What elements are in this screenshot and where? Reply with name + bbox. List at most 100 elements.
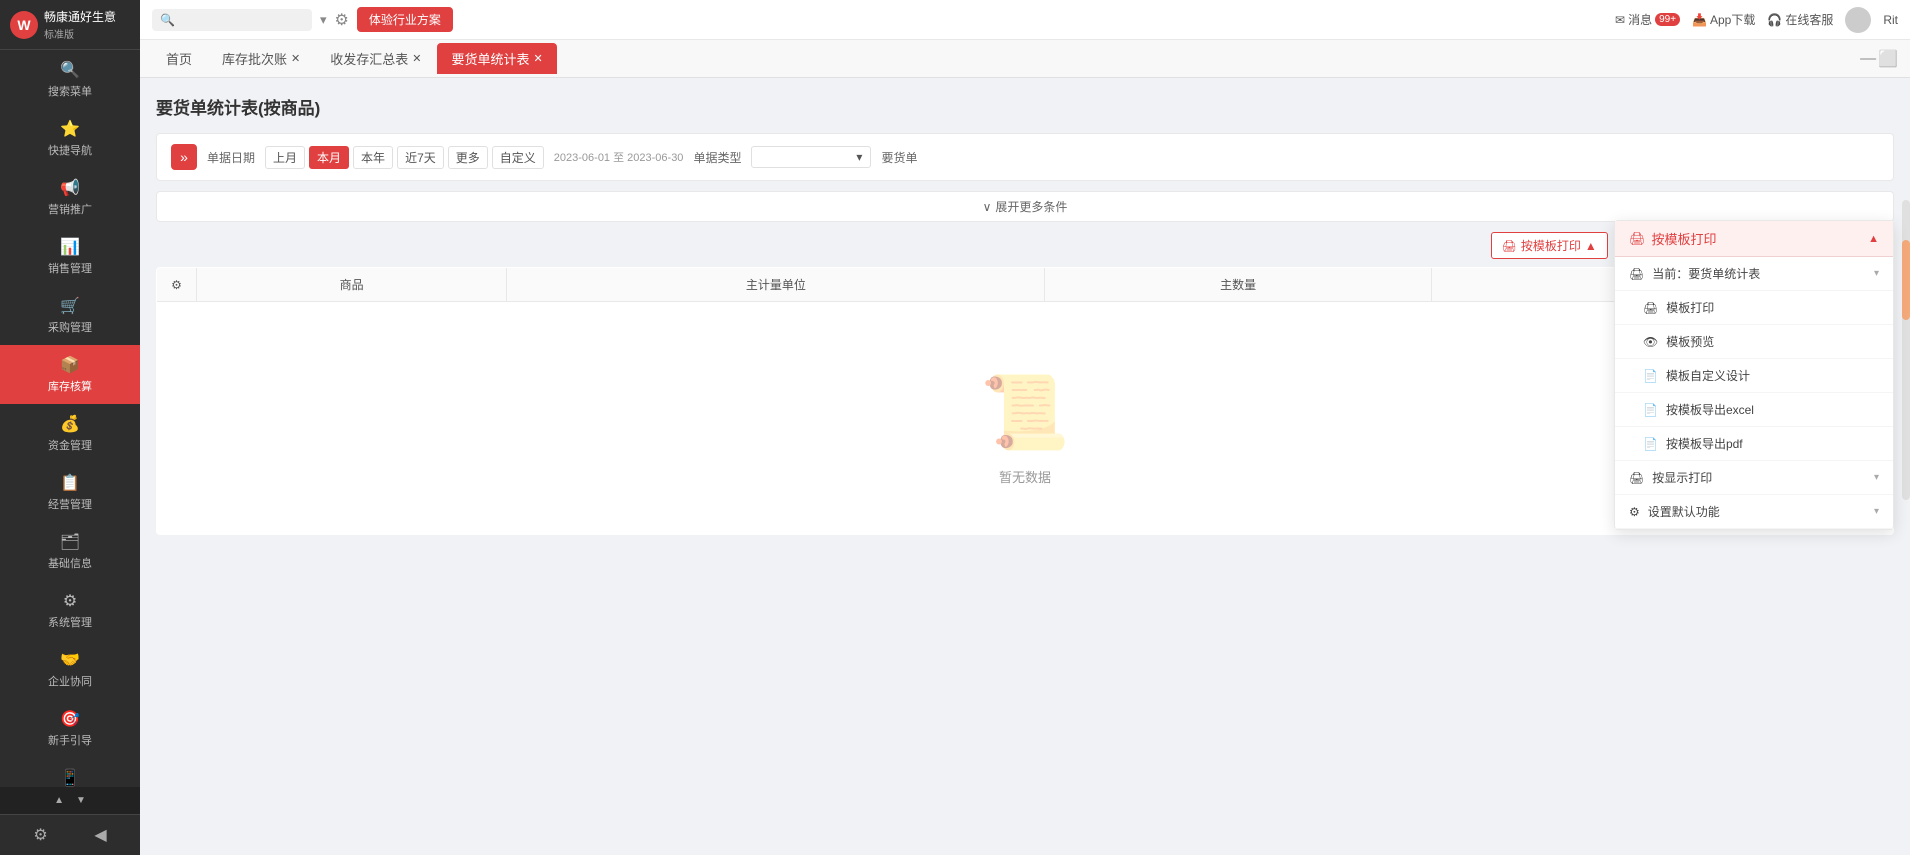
date-btn-more[interactable]: 更多 [448,146,488,169]
topbar-dropdown-icon[interactable]: ▾ [320,12,327,28]
table-th-unit: 主计量单位 [507,268,1045,302]
filter-expand-btn[interactable]: » [171,144,197,170]
megaphone-icon: 📢 [60,178,80,198]
date-btn-custom[interactable]: 自定义 [492,146,544,169]
handshake-icon: 🤝 [60,650,80,670]
print-arrow-up-icon: ▲ [1585,239,1597,253]
page-title: 要货单统计表(按商品) [156,94,1894,119]
money-icon: 💰 [60,414,80,434]
dropdown-header[interactable]: 🖨 按模板打印 ▲ [1615,221,1893,257]
service-icon: 🎧 [1767,13,1782,27]
date-label: 单据日期 [207,149,255,166]
column-settings-icon[interactable]: ⚙ [171,278,182,292]
topbar-gear-icon[interactable]: ⚙ [335,10,349,30]
user-avatar[interactable] [1845,7,1871,33]
date-btn-7days[interactable]: 近7天 [397,146,444,169]
table-th-settings[interactable]: ⚙ [157,268,197,302]
sidebar-item-label: 系统管理 [48,614,92,630]
date-btn-last-month[interactable]: 上月 [265,146,305,169]
set-default-arrow: ▾ [1874,506,1879,517]
tab-order-close[interactable]: ✕ [534,52,543,65]
chart-icon: 📊 [60,237,80,257]
window-minimize-btn[interactable]: — [1860,50,1876,68]
item-template-excel-label: 按模板导出excel [1666,401,1754,418]
expand-more-icon: ∨ [983,200,992,214]
right-scrollbar[interactable] [1902,200,1910,500]
sidebar-item-search[interactable]: 🔍 搜索菜单 [0,50,140,109]
doc-type-label: 单据类型 [693,149,741,166]
expand-more-bar[interactable]: ∨ 展开更多条件 [156,191,1894,222]
trial-btn[interactable]: 体验行业方案 [357,7,453,32]
box-icon: 📦 [60,355,80,375]
item-custom-icon: 📄 [1643,369,1658,383]
app-download-btn[interactable]: 📥 App下载 [1692,11,1755,28]
sidebar-item-quick-nav[interactable]: ⭐ 快捷导航 [0,109,140,168]
default-func-label: 设置默认功能 [1648,503,1720,520]
tab-home[interactable]: 首页 [152,43,206,74]
sidebar-item-guide[interactable]: 🎯 新手引导 [0,699,140,758]
app-logo-icon: W [10,11,38,39]
tab-batch-close[interactable]: ✕ [291,52,300,65]
sidebar-item-basic[interactable]: 🗂 基础信息 [0,522,140,581]
sidebar-item-cooperation[interactable]: 🤝 企业协同 [0,640,140,699]
tab-order-stats[interactable]: 要货单统计表 ✕ [437,43,556,74]
default-func-icon: ⚙ [1629,505,1640,519]
dropdown-item-template-custom[interactable]: 📄 模板自定义设计 [1615,359,1893,393]
sidebar-item-sales[interactable]: 📊 销售管理 [0,227,140,286]
clipboard-icon: 📋 [60,473,80,493]
tab-receipt-summary[interactable]: 收发存汇总表 ✕ [316,43,435,74]
item-template-print-label: 模板打印 [1666,299,1714,316]
date-btn-this-month[interactable]: 本月 [309,146,349,169]
download-icon: 📥 [1692,13,1707,27]
tab-order-label: 要货单统计表 [451,49,529,68]
dropdown-item-template-excel[interactable]: 📄 按模板导出excel [1615,393,1893,427]
sidebar-item-purchase[interactable]: 🛒 采购管理 [0,286,140,345]
tab-receipt-close[interactable]: ✕ [412,52,421,65]
print-template-btn[interactable]: 🖨 按模板打印 ▲ [1491,232,1608,259]
dropdown-header-arrow: ▲ [1868,233,1879,245]
item-printer-icon: 🖨 [1643,301,1658,315]
sidebar-item-label: 搜索菜单 [48,83,92,99]
topbar-left: 🔍 ▾ ⚙ 体验行业方案 [152,7,453,32]
dropdown-item-template-preview[interactable]: 👁 模板预览 [1615,325,1893,359]
sidebar-item-label: 企业协同 [48,673,92,689]
topbar: 🔍 ▾ ⚙ 体验行业方案 ✉ 消息 99+ 📥 App下载 🎧 在线客服 Rit [140,0,1910,40]
dropdown-header-label: 按模板打印 [1652,229,1717,248]
window-maximize-btn[interactable]: ⬜ [1878,49,1898,69]
item-pdf-icon: 📄 [1643,437,1658,451]
sidebar-item-inventory[interactable]: 📦 库存核算 [0,345,140,404]
sidebar-item-finance[interactable]: 💰 资金管理 [0,404,140,463]
sidebar-item-marketing[interactable]: 📢 营销推广 [0,168,140,227]
tab-batch[interactable]: 库存批次账 ✕ [208,43,314,74]
item-excel-icon: 📄 [1643,403,1658,417]
dropdown-header-left: 🖨 按模板打印 [1629,229,1717,248]
sidebar: W 畅康通好生意 标准版 🔍 搜索菜单 ⭐ 快捷导航 📢 营销推广 📊 销售管理… [0,0,140,855]
sidebar-item-label: 基础信息 [48,555,92,571]
item-preview-icon: 👁 [1643,335,1658,349]
date-btn-this-year[interactable]: 本年 [353,146,393,169]
main-area: 🔍 ▾ ⚙ 体验行业方案 ✉ 消息 99+ 📥 App下载 🎧 在线客服 Rit [140,0,1910,855]
sidebar-item-operations[interactable]: 📋 经营管理 [0,463,140,522]
sidebar-item-system[interactable]: ⚙ 系统管理 [0,581,140,640]
date-range-display: 2023-06-01 至 2023-06-30 [554,149,684,165]
dropdown-item-template-print[interactable]: 🖨 模板打印 [1615,291,1893,325]
dropdown-set-default[interactable]: ⚙ 设置默认功能 ▾ [1615,495,1893,529]
dropdown-item-template-pdf[interactable]: 📄 按模板导出pdf [1615,427,1893,461]
online-service-label: 在线客服 [1785,11,1833,28]
messages-btn[interactable]: ✉ 消息 99+ [1615,11,1680,28]
sidebar-item-app-center[interactable]: 📱 应用中心 [0,758,140,787]
sidebar-item-label: 资金管理 [48,437,92,453]
settings-footer-icon[interactable]: ⚙ [33,825,47,845]
scrollbar-thumb[interactable] [1902,240,1910,320]
cart-icon: 🛒 [60,296,80,316]
empty-scroll-icon: 📜 [980,373,1070,453]
dropdown-display-print[interactable]: 🖨 按显示打印 ▾ [1615,461,1893,495]
doc-type-select[interactable]: ▾ [751,146,871,168]
sidebar-up-btn[interactable]: ▲ [50,791,68,810]
dropdown-current-template[interactable]: 🖨 当前：要货单统计表 ▾ [1615,257,1893,291]
online-service-btn[interactable]: 🎧 在线客服 [1767,11,1833,28]
sidebar-footer: ⚙ ◀ [0,814,140,855]
collapse-footer-icon[interactable]: ◀ [94,825,106,845]
print-dropdown-menu: 🖨 按模板打印 ▲ 🖨 当前：要货单统计表 ▾ 🖨 模板打印 👁 模板预览 [1614,220,1894,530]
sidebar-down-btn[interactable]: ▼ [72,791,90,810]
